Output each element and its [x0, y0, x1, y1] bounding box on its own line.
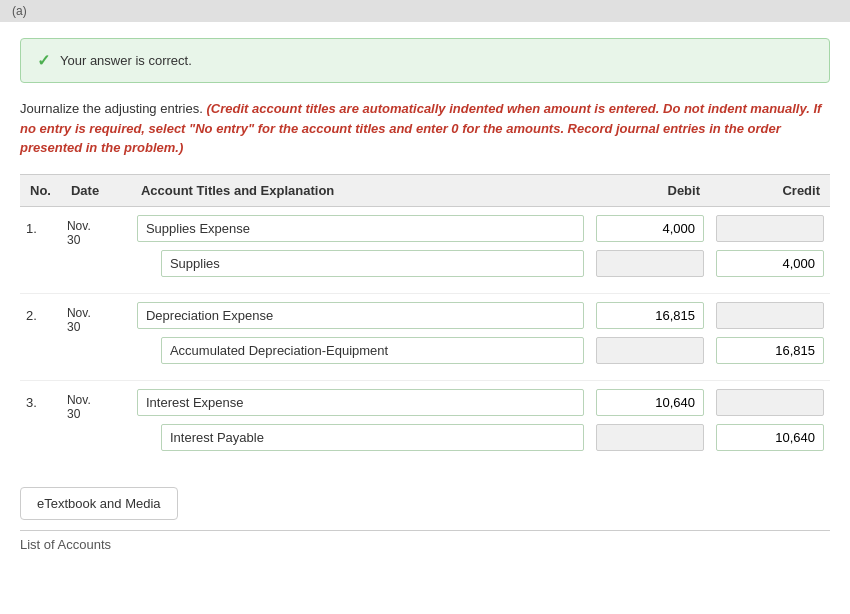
list-of-accounts-section: List of Accounts — [20, 530, 830, 552]
list-of-accounts-label: List of Accounts — [20, 537, 111, 552]
debit-input[interactable] — [596, 302, 704, 329]
account-input[interactable] — [161, 250, 584, 277]
debit-input[interactable] — [596, 389, 704, 416]
account-cell — [131, 333, 590, 372]
entry-date: Nov.30 — [61, 293, 131, 372]
header-account: Account Titles and Explanation — [131, 174, 590, 206]
credit-cell — [710, 206, 830, 246]
credit-cell — [710, 380, 830, 420]
credit-input[interactable] — [716, 389, 824, 416]
header-debit: Debit — [590, 174, 710, 206]
journal-tbody: 1.Nov.302.Nov.303.Nov.30 — [20, 206, 830, 459]
header-credit: Credit — [710, 174, 830, 206]
debit-input[interactable] — [596, 250, 704, 277]
top-bar-label: (a) — [12, 4, 27, 18]
check-icon: ✓ — [37, 51, 50, 70]
credit-cell — [710, 333, 830, 372]
debit-cell — [590, 206, 710, 246]
credit-input[interactable] — [716, 302, 824, 329]
header-date: Date — [61, 174, 131, 206]
account-cell — [131, 293, 590, 333]
etextbook-button[interactable]: eTextbook and Media — [20, 487, 178, 520]
account-input[interactable] — [137, 215, 584, 242]
top-bar: (a) — [0, 0, 850, 22]
etextbook-section: eTextbook and Media — [20, 479, 830, 520]
account-input[interactable] — [161, 424, 584, 451]
account-cell — [131, 246, 590, 285]
debit-cell — [590, 380, 710, 420]
credit-input[interactable] — [716, 424, 824, 451]
table-row: 1.Nov.30 — [20, 206, 830, 246]
table-row — [20, 333, 830, 372]
credit-cell — [710, 246, 830, 285]
entry-no: 2. — [20, 293, 61, 372]
spacer-row — [20, 285, 830, 294]
table-row — [20, 420, 830, 459]
account-cell — [131, 206, 590, 246]
entry-no: 3. — [20, 380, 61, 459]
journal-table: No. Date Account Titles and Explanation … — [20, 174, 830, 459]
debit-cell — [590, 246, 710, 285]
entry-no: 1. — [20, 206, 61, 285]
success-banner: ✓ Your answer is correct. — [20, 38, 830, 83]
main-container: ✓ Your answer is correct. Journalize the… — [0, 22, 850, 614]
table-row — [20, 246, 830, 285]
account-cell — [131, 420, 590, 459]
entry-date: Nov.30 — [61, 206, 131, 285]
instructions-main: Journalize the adjusting entries. — [20, 101, 206, 116]
account-input[interactable] — [137, 302, 584, 329]
credit-cell — [710, 420, 830, 459]
debit-cell — [590, 333, 710, 372]
debit-input[interactable] — [596, 424, 704, 451]
instructions: Journalize the adjusting entries. (Credi… — [20, 99, 830, 158]
table-row: 2.Nov.30 — [20, 293, 830, 333]
credit-cell — [710, 293, 830, 333]
table-row: 3.Nov.30 — [20, 380, 830, 420]
header-no: No. — [20, 174, 61, 206]
account-input[interactable] — [161, 337, 584, 364]
debit-input[interactable] — [596, 337, 704, 364]
account-input[interactable] — [137, 389, 584, 416]
entry-date: Nov.30 — [61, 380, 131, 459]
credit-input[interactable] — [716, 215, 824, 242]
debit-cell — [590, 293, 710, 333]
debit-input[interactable] — [596, 215, 704, 242]
credit-input[interactable] — [716, 337, 824, 364]
debit-cell — [590, 420, 710, 459]
success-text: Your answer is correct. — [60, 53, 192, 68]
table-header: No. Date Account Titles and Explanation … — [20, 174, 830, 206]
credit-input[interactable] — [716, 250, 824, 277]
account-cell — [131, 380, 590, 420]
spacer-row — [20, 372, 830, 381]
